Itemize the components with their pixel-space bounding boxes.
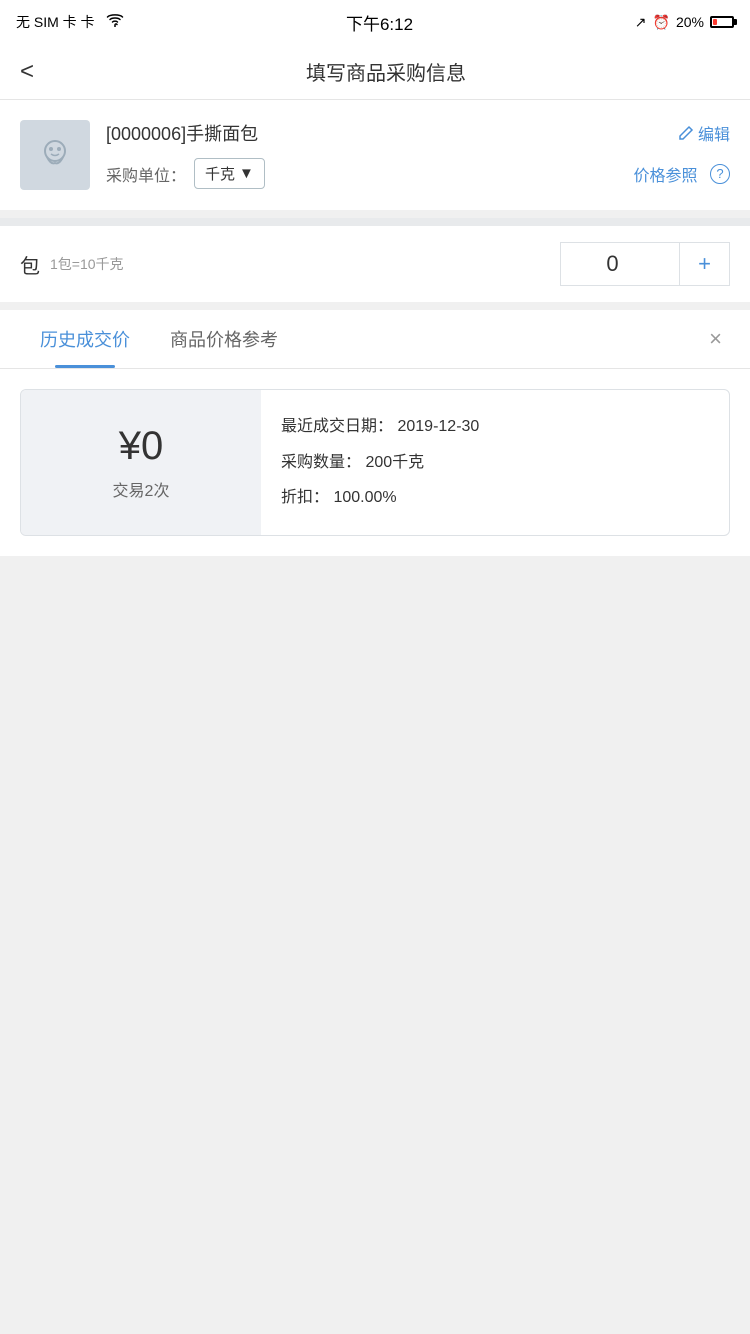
tab-header: 历史成交价 商品价格参考 × (0, 310, 750, 369)
history-price-left: ¥0 交易2次 (21, 390, 261, 535)
tab-content: ¥0 交易2次 最近成交日期： 2019-12-30 采购数量： 200千克 折… (0, 369, 750, 556)
recent-date-label: 最近成交日期： (281, 418, 393, 435)
dropdown-icon: ▼ (239, 165, 254, 182)
discount-label: 折扣： (281, 489, 329, 506)
quantity-controls: + (560, 242, 730, 286)
price-currency: ¥ (119, 424, 141, 468)
price-value: 0 (141, 424, 163, 468)
recent-date-row: 最近成交日期： 2019-12-30 (281, 414, 709, 440)
quantity-plus-button[interactable]: + (680, 242, 730, 286)
battery-percent: 20% (676, 14, 704, 30)
back-button[interactable]: < (12, 50, 42, 94)
page-title: 填写商品采购信息 (42, 57, 730, 86)
tab-section: 历史成交价 商品价格参考 × ¥0 交易2次 最近成交日期： 2019-12-3… (0, 310, 750, 556)
nav-bar: < 填写商品采购信息 (0, 44, 750, 100)
discount-value: 100.00% (333, 489, 396, 506)
history-card: ¥0 交易2次 最近成交日期： 2019-12-30 采购数量： 200千克 折… (20, 389, 730, 536)
product-info: [0000006]手撕面包 编辑 采购单位： 千克 ▼ 价格 (106, 120, 730, 189)
quantity-label-group: 包 1包=10千克 (20, 250, 124, 279)
help-icon: ? (710, 164, 730, 184)
edit-button[interactable]: 编辑 (678, 121, 730, 145)
status-time: 下午6:12 (346, 10, 413, 35)
product-title-row: [0000006]手撕面包 编辑 (106, 120, 730, 146)
product-thumbnail (20, 120, 90, 190)
price-ref-label: 价格参照 (634, 162, 698, 186)
tab-close-button[interactable]: × (701, 318, 730, 360)
price-ref-button[interactable]: 价格参照 ? (634, 162, 730, 186)
quantity-row: 包 1包=10千克 + (0, 226, 750, 302)
battery-icon (710, 16, 734, 28)
purchase-qty-label: 采购数量： (281, 454, 361, 471)
unit-select[interactable]: 千克 ▼ (194, 158, 265, 189)
history-details-right: 最近成交日期： 2019-12-30 采购数量： 200千克 折扣： 100.0… (261, 390, 729, 535)
purchase-qty-value: 200千克 (365, 454, 424, 471)
purchase-unit-label: 采购单位： (106, 162, 186, 186)
product-card: [0000006]手撕面包 编辑 采购单位： 千克 ▼ 价格 (0, 100, 750, 210)
product-header: [0000006]手撕面包 编辑 采购单位： 千克 ▼ 价格 (20, 120, 730, 190)
wifi-icon (106, 14, 124, 30)
recent-date-value: 2019-12-30 (397, 418, 479, 435)
trade-count: 交易2次 (113, 477, 170, 501)
quantity-hint: 1包=10千克 (50, 254, 124, 274)
price-amount: ¥0 (119, 424, 164, 469)
status-left: 无 SIM 卡 卡 (16, 12, 124, 32)
location-icon: ↗ (635, 14, 647, 31)
tab-history-price[interactable]: 历史成交价 (20, 310, 150, 368)
status-bar: 无 SIM 卡 卡 下午6:12 ↗ ⏰ 20% (0, 0, 750, 44)
quantity-label: 包 (20, 250, 40, 279)
unit-value: 千克 (205, 163, 235, 184)
tab-price-ref[interactable]: 商品价格参考 (150, 310, 298, 368)
status-right: ↗ ⏰ 20% (635, 14, 734, 31)
sim-label: 无 SIM 卡 卡 (16, 14, 95, 30)
alarm-icon: ⏰ (653, 14, 670, 31)
section-divider (0, 218, 750, 226)
discount-row: 折扣： 100.00% (281, 485, 709, 511)
bottom-area (0, 556, 750, 1156)
purchase-qty-row: 采购数量： 200千克 (281, 450, 709, 476)
purchase-unit-row: 采购单位： 千克 ▼ 价格参照 ? (106, 158, 730, 189)
product-name: [0000006]手撕面包 (106, 120, 258, 146)
quantity-input[interactable] (560, 242, 680, 286)
